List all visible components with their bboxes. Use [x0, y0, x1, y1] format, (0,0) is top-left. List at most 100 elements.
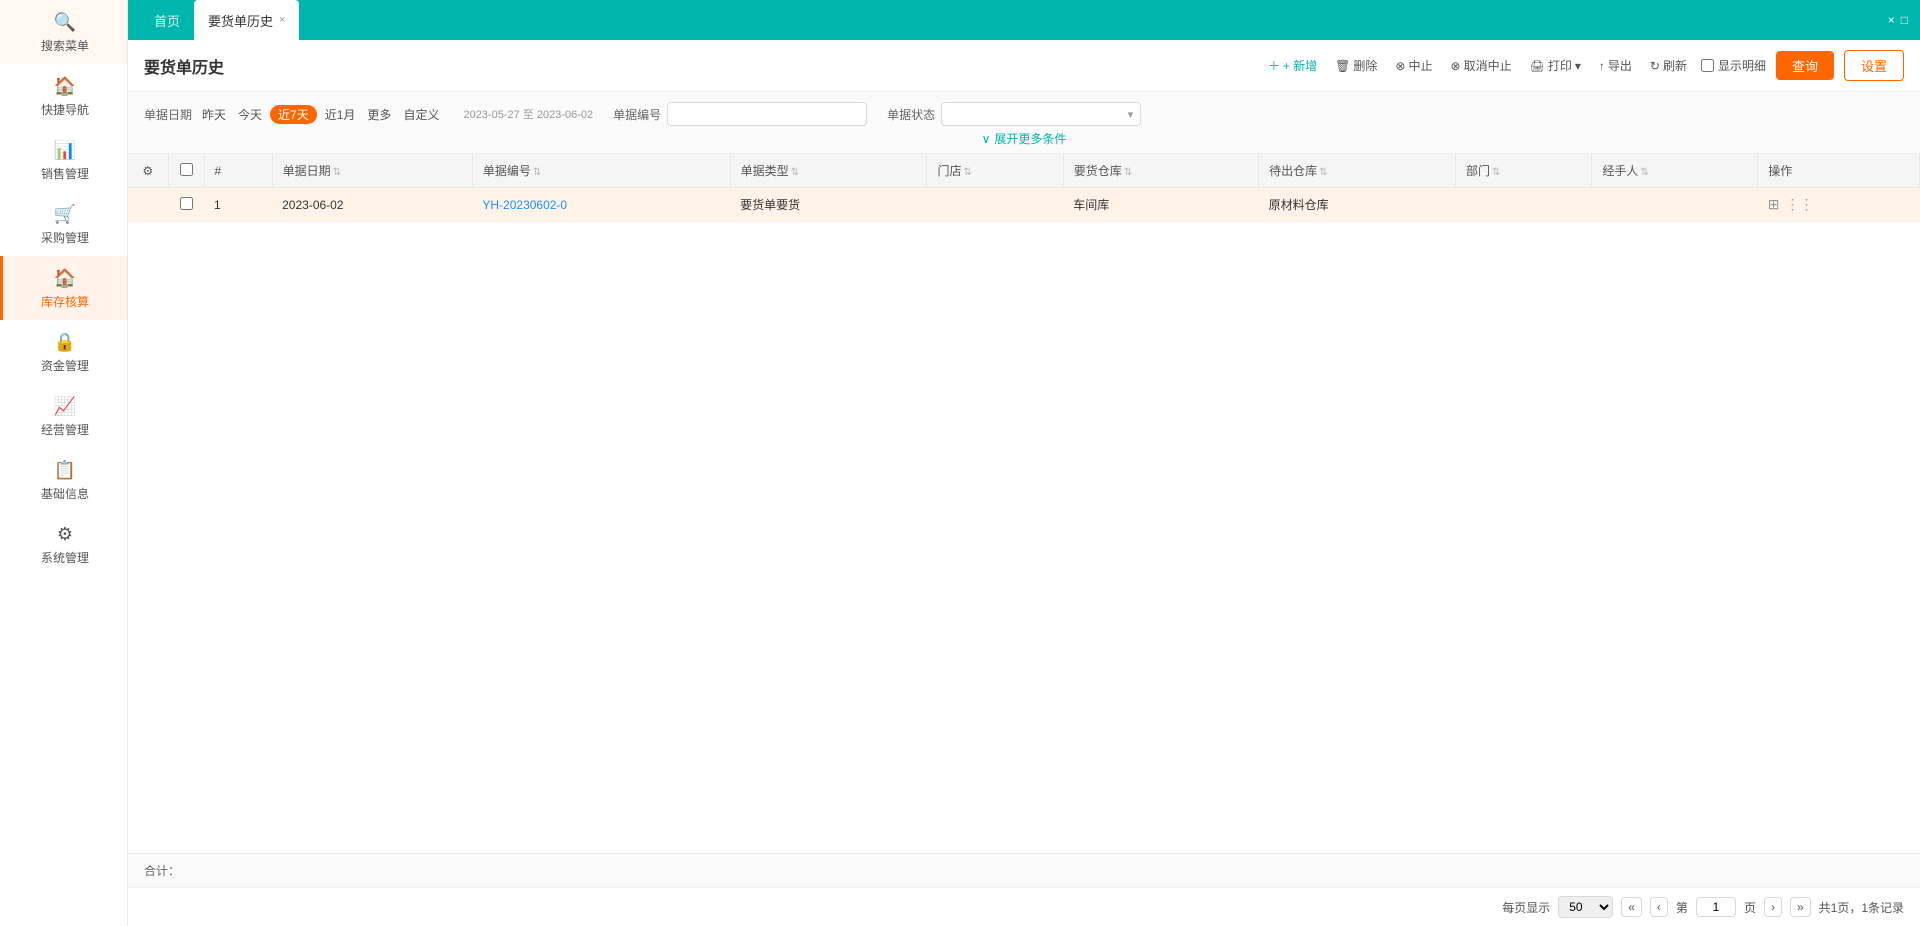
date-range-display: 2023-05-27 至 2023-06-02	[463, 106, 593, 122]
print-button[interactable]: 🖨 打印 ▾	[1526, 55, 1585, 76]
sidebar-item-quick-nav[interactable]: 🏠 快捷导航	[0, 64, 127, 128]
sidebar-item-label: 基础信息	[41, 485, 89, 502]
show-detail-toggle[interactable]: 显示明细	[1701, 57, 1766, 74]
date-opt-custom[interactable]: 自定义	[399, 105, 443, 124]
page-content: 要货单历史 ＋ + 新增 🗑 删除 ⊗ 中止 ⊗ 取消中止	[128, 40, 1920, 926]
delete-button[interactable]: 🗑 删除	[1331, 55, 1381, 76]
col-store-header[interactable]: 门店⇅	[927, 154, 1063, 188]
sidebar-item-label: 搜索菜单	[41, 37, 89, 54]
data-table: ⚙ # 单据日期⇅ 单据编号⇅ 单据类型⇅ 门店⇅ 要货仓库⇅ 待出仓库⇅ 部门…	[128, 154, 1920, 222]
row-checkbox[interactable]	[180, 197, 193, 210]
tab-close-button[interactable]: ×	[279, 14, 285, 26]
search-menu-icon: 🔍	[54, 12, 76, 33]
finance-icon: 🔒	[54, 332, 76, 353]
last-page-button[interactable]: »	[1790, 897, 1811, 917]
sidebar-item-inventory[interactable]: 🏠 库存核算	[0, 256, 127, 320]
summary-label: 合计：	[144, 864, 180, 878]
sidebar: 🔍 搜索菜单 🏠 快捷导航 📊 销售管理 🛒 采购管理 🏠 库存核算 🔒 资金管…	[0, 0, 128, 926]
show-detail-checkbox[interactable]	[1701, 59, 1714, 72]
page-header: 要货单历史 ＋ + 新增 🗑 删除 ⊗ 中止 ⊗ 取消中止	[128, 40, 1920, 92]
topbar: 首页 要货单历史 × × □	[128, 0, 1920, 40]
order-no-link[interactable]: YH-20230602-0	[482, 198, 567, 212]
sidebar-item-sales-mgmt[interactable]: 📊 销售管理	[0, 128, 127, 192]
table-row: 1 2023-06-02 YH-20230602-0 要货单要货 车间库 原材料…	[128, 188, 1920, 222]
chevron-down-icon: ∨	[982, 132, 991, 146]
window-close-button[interactable]: ×	[1888, 13, 1895, 27]
col-req-warehouse-header[interactable]: 要货仓库⇅	[1063, 154, 1258, 188]
col-department-header[interactable]: 部门⇅	[1456, 154, 1592, 188]
sidebar-item-label: 采购管理	[41, 229, 89, 246]
stop-button[interactable]: ⊗ 中止	[1391, 55, 1436, 76]
sidebar-item-finance-mgmt[interactable]: 🔒 资金管理	[0, 320, 127, 384]
row-handler	[1592, 188, 1758, 222]
date-opt-yesterday[interactable]: 昨天	[198, 105, 230, 124]
table-footer: 合计：	[128, 853, 1920, 887]
current-page-input[interactable]	[1696, 897, 1736, 917]
tab-active[interactable]: 要货单历史 ×	[194, 0, 299, 40]
topbar-right: × □	[1888, 13, 1908, 27]
page-size-select[interactable]: 20 50 100 200	[1558, 896, 1613, 918]
sidebar-item-ops-mgmt[interactable]: 📈 经营管理	[0, 384, 127, 448]
add-icon: ＋	[1268, 57, 1280, 74]
status-filter-group: 单据状态	[887, 102, 1141, 126]
row-checkbox-cell[interactable]	[168, 188, 204, 222]
sidebar-item-purchase-mgmt[interactable]: 🛒 采购管理	[0, 192, 127, 256]
home-icon: 🏠	[54, 76, 76, 97]
prev-page-button[interactable]: ‹	[1650, 897, 1668, 917]
ops-icon: 📈	[54, 396, 76, 417]
refresh-button[interactable]: ↻ 刷新	[1646, 55, 1691, 76]
row-order-no[interactable]: YH-20230602-0	[472, 188, 730, 222]
print-icon: 🖨	[1530, 59, 1545, 73]
purchase-icon: 🛒	[54, 204, 76, 225]
total-info: 共1页，1条记录	[1819, 899, 1904, 916]
col-order-no-header[interactable]: 单据编号⇅	[472, 154, 730, 188]
stop-icon: ⊗	[1395, 59, 1405, 73]
more-icon[interactable]: ⋮⋮	[1785, 196, 1813, 213]
tab-home[interactable]: 首页	[140, 0, 194, 40]
row-order-type: 要货单要货	[730, 188, 927, 222]
col-settings-header[interactable]: ⚙	[128, 154, 168, 188]
sidebar-item-sys-mgmt[interactable]: ⚙ 系统管理	[0, 512, 127, 576]
settings-button[interactable]: 设置	[1844, 50, 1904, 81]
sidebar-item-label: 销售管理	[41, 165, 89, 182]
order-no-input[interactable]	[667, 102, 867, 126]
table-wrapper: ⚙ # 单据日期⇅ 单据编号⇅ 单据类型⇅ 门店⇅ 要货仓库⇅ 待出仓库⇅ 部门…	[128, 154, 1920, 853]
date-opt-7days[interactable]: 近7天	[270, 105, 317, 124]
date-opt-today[interactable]: 今天	[234, 105, 266, 124]
inventory-icon: 🏠	[54, 268, 76, 289]
page-size-label: 每页显示	[1502, 899, 1550, 916]
sidebar-item-label: 系统管理	[41, 549, 89, 566]
row-date: 2023-06-02	[272, 188, 472, 222]
first-page-button[interactable]: «	[1621, 897, 1642, 917]
new-button[interactable]: ＋ + 新增	[1264, 55, 1321, 76]
date-options: 昨天 今天 近7天 近1月 更多 自定义	[198, 105, 443, 124]
filter-row: 单据日期 昨天 今天 近7天 近1月 更多 自定义 2023-05-27 至 2…	[144, 102, 1904, 126]
col-handler-header[interactable]: 经手人⇅	[1592, 154, 1758, 188]
sales-icon: 📊	[54, 140, 76, 161]
page-suffix: 页	[1744, 899, 1756, 916]
date-opt-more[interactable]: 更多	[363, 105, 395, 124]
export-button[interactable]: ↑ 导出	[1595, 55, 1636, 76]
sidebar-item-label: 库存核算	[41, 293, 89, 310]
next-page-button[interactable]: ›	[1764, 897, 1782, 917]
col-date-header[interactable]: 单据日期⇅	[272, 154, 472, 188]
date-opt-1month[interactable]: 近1月	[321, 105, 360, 124]
view-icon[interactable]: ⊞	[1768, 196, 1780, 213]
col-pending-warehouse-header[interactable]: 待出仓库⇅	[1259, 154, 1456, 188]
export-icon: ↑	[1599, 59, 1605, 73]
select-all-checkbox[interactable]	[180, 163, 193, 176]
sidebar-item-basic-info[interactable]: 📋 基础信息	[0, 448, 127, 512]
status-select[interactable]	[941, 102, 1141, 126]
print-dropdown-icon: ▾	[1575, 59, 1581, 73]
window-maximize-button[interactable]: □	[1901, 13, 1908, 27]
sidebar-item-search-menu[interactable]: 🔍 搜索菜单	[0, 0, 127, 64]
col-checkbox-header[interactable]	[168, 154, 204, 188]
row-settings-cell	[128, 188, 168, 222]
row-store	[927, 188, 1063, 222]
cancel-stop-button[interactable]: ⊗ 取消中止	[1447, 55, 1516, 76]
col-order-type-header[interactable]: 单据类型⇅	[730, 154, 927, 188]
expand-more-button[interactable]: ∨ 展开更多条件	[144, 130, 1904, 147]
query-button[interactable]: 查询	[1776, 51, 1834, 80]
row-pending-warehouse: 原材料仓库	[1259, 188, 1456, 222]
order-no-label: 单据编号	[613, 106, 661, 123]
